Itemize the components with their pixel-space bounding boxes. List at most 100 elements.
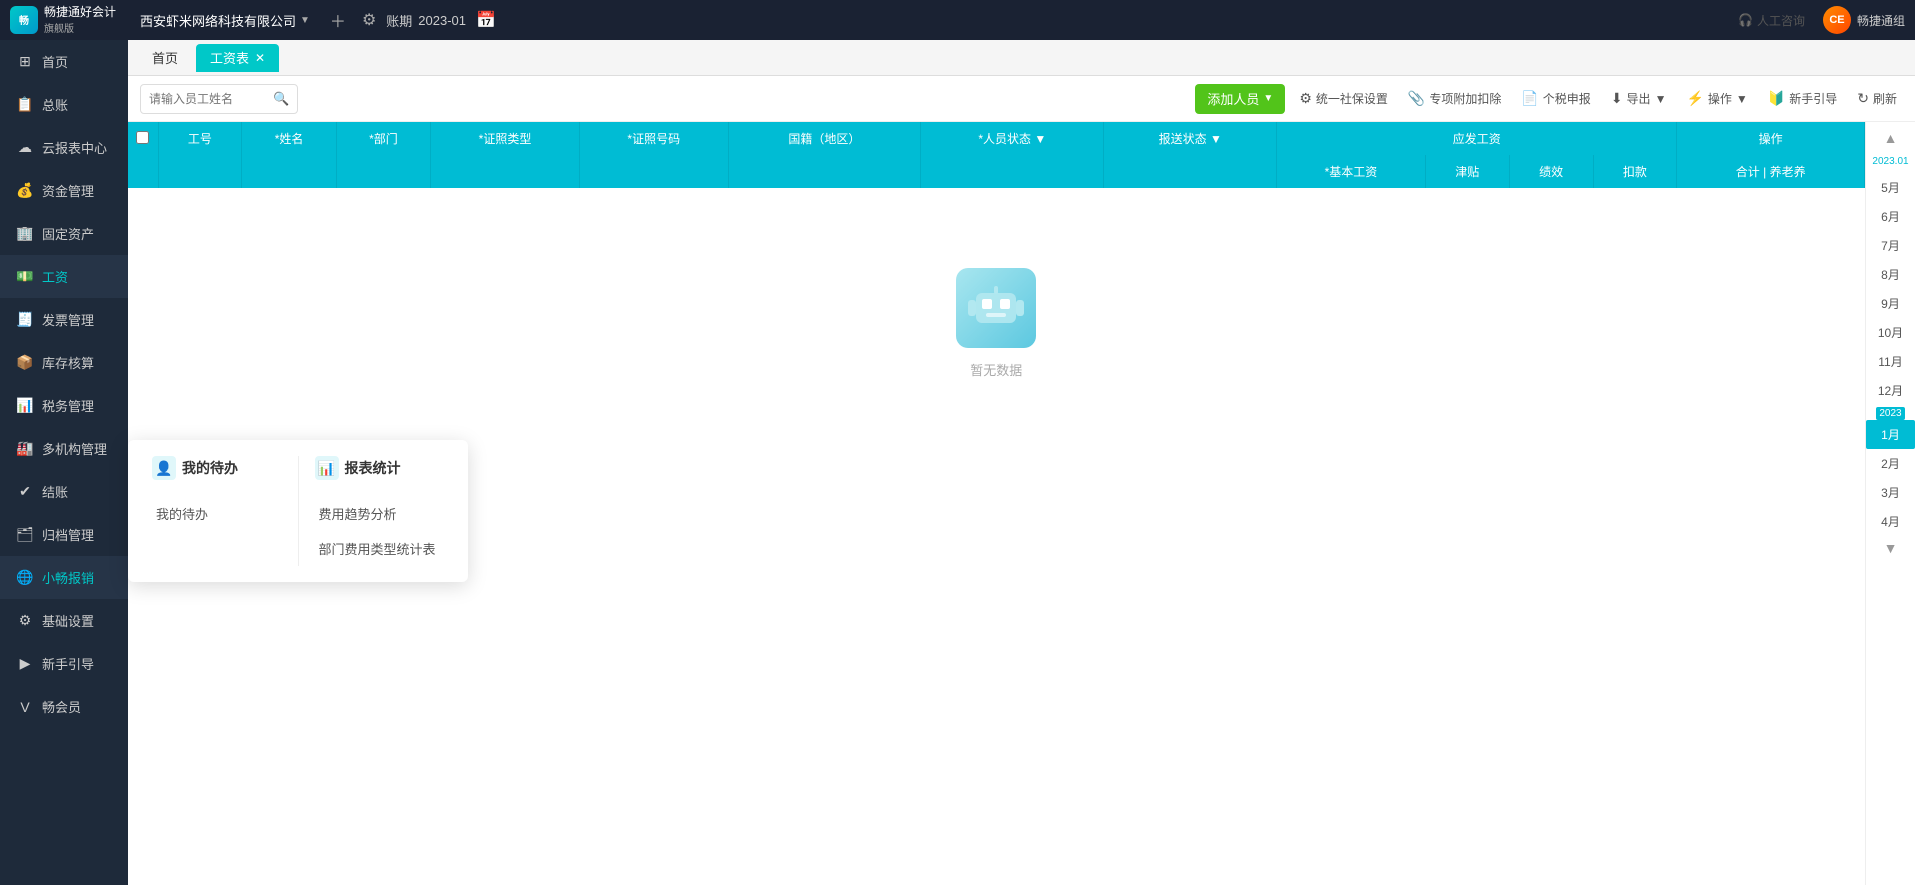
special-deduction-icon: 📎 [1408, 90, 1425, 107]
sidebar-item-salary[interactable]: 💵 工资 [0, 255, 128, 298]
user-avatar: CE [1823, 6, 1851, 34]
prev-month-btn[interactable]: ▲ [1880, 126, 1902, 150]
month-10[interactable]: 10月 [1866, 318, 1915, 347]
export-btn[interactable]: ⬇ 导出 ▼ [1605, 86, 1673, 111]
sidebar-label-ledger: 总账 [42, 95, 68, 114]
app-name: 畅捷通好会计 [44, 5, 116, 19]
th-submit-status: 报送状态 ▼ [1104, 122, 1277, 155]
month-11[interactable]: 11月 [1866, 347, 1915, 376]
th-status: *人员状态 ▼ [921, 122, 1104, 155]
ledger-icon: 📋 [16, 96, 34, 113]
popup-item-dept[interactable]: 部门费用类型统计表 [315, 531, 445, 566]
sidebar-item-guide[interactable]: ▶ 新手引导 [0, 642, 128, 685]
company-area: 西安虾米网络科技有限公司 ▼ ＋ ⚙ 账期 2023-01 📅 [140, 6, 500, 34]
month-7[interactable]: 7月 [1866, 231, 1915, 260]
period-label: 账期 [386, 11, 412, 30]
add-icon[interactable]: ＋ [326, 6, 350, 34]
tab-close-icon[interactable]: ✕ [255, 51, 265, 65]
top-actions: ＋ ⚙ [326, 6, 380, 34]
guide-btn[interactable]: 🔰 新手引导 [1762, 86, 1843, 111]
tab-salary[interactable]: 工资表 ✕ [196, 44, 279, 72]
robot-svg [966, 278, 1026, 338]
calendar-icon[interactable]: 📅 [472, 8, 500, 32]
social-insurance-icon: ⚙ [1299, 90, 1312, 107]
guide-icon: ▶ [16, 655, 34, 672]
company-selector[interactable]: 西安虾米网络科技有限公司 ▼ [140, 11, 310, 30]
sidebar-label-cloud: 云报表中心 [42, 138, 107, 157]
sidebar-item-member[interactable]: V 畅会员 [0, 685, 128, 728]
header-right: 🎧 人工咨询 CE 畅捷通组 [1732, 6, 1905, 34]
th-performance: 绩效 [1509, 155, 1593, 188]
period-area: 账期 2023-01 📅 [386, 8, 500, 32]
year-badge: 2023 [1876, 407, 1904, 420]
add-person-label: 添加人员 [1207, 89, 1259, 108]
sidebar-item-expense[interactable]: 🌐 小畅报销 [0, 556, 128, 599]
export-label: 导出 [1627, 90, 1651, 107]
month-8[interactable]: 8月 [1866, 260, 1915, 289]
sidebar-item-ledger[interactable]: 📋 总账 [0, 83, 128, 126]
popup-item-todo[interactable]: 我的待办 [152, 496, 282, 531]
salary-table: 工号 *姓名 *部门 *证照类型 *证照号码 国籍（地区） *人员状态 ▼ 报送… [128, 122, 1865, 459]
special-deduction-btn[interactable]: 📎 专项附加扣除 [1402, 86, 1507, 111]
sidebar-item-inventory[interactable]: 📦 库存核算 [0, 341, 128, 384]
tab-home[interactable]: 首页 [138, 44, 192, 72]
month-4[interactable]: 4月 [1866, 507, 1915, 536]
customer-service-btn[interactable]: 🎧 人工咨询 [1732, 8, 1811, 33]
sidebar-item-home[interactable]: ⊞ 首页 [0, 40, 128, 83]
search-icon[interactable]: 🔍 [273, 91, 289, 107]
toolbar: 🔍 添加人员 ▼ ⚙ 统一社保设置 📎 专项附加扣除 📄 个税申报 [128, 76, 1915, 122]
popup-item-trend[interactable]: 费用趋势分析 [315, 496, 445, 531]
operation-dropdown-icon: ▼ [1736, 92, 1748, 106]
th-name: *姓名 [242, 122, 336, 155]
month-9[interactable]: 9月 [1866, 289, 1915, 318]
refresh-icon: ↻ [1857, 90, 1869, 107]
sidebar-label-finance: 资金管理 [42, 181, 94, 200]
sidebar-item-invoice[interactable]: 🧾 发票管理 [0, 298, 128, 341]
sidebar-item-settings[interactable]: ⚙ 基础设置 [0, 599, 128, 642]
top-header: 畅 畅捷通好会计 旗舰版 西安虾米网络科技有限公司 ▼ ＋ ⚙ 账期 2023-… [0, 0, 1915, 40]
th-base-salary: *基本工资 [1277, 155, 1426, 188]
customer-service-label: 人工咨询 [1757, 12, 1805, 29]
operation-icon: ⚡ [1686, 90, 1703, 107]
popup-report-title: 报表统计 [345, 458, 401, 478]
tax-report-btn[interactable]: 📄 个税申报 [1515, 86, 1596, 111]
sidebar-item-finance[interactable]: 💰 资金管理 [0, 169, 128, 212]
th-id-type: *证照类型 [431, 122, 580, 155]
sidebar-item-closing[interactable]: ✔ 结账 [0, 470, 128, 513]
sidebar-item-assets[interactable]: 🏢 固定资产 [0, 212, 128, 255]
sidebar-item-cloud[interactable]: ☁ 云报表中心 [0, 126, 128, 169]
search-input[interactable] [149, 92, 269, 106]
sidebar-item-archive[interactable]: 🗂 归档管理 [0, 513, 128, 556]
popup-divider [298, 456, 299, 566]
settings-icon[interactable]: ⚙ [358, 8, 380, 32]
sidebar-label-assets: 固定资产 [42, 224, 94, 243]
toolbar-right: 添加人员 ▼ ⚙ 统一社保设置 📎 专项附加扣除 📄 个税申报 ⬇ 导 [1195, 84, 1903, 114]
sidebar-item-multiorg[interactable]: 🏭 多机构管理 [0, 427, 128, 470]
operation-btn[interactable]: ⚡ 操作 ▼ [1680, 86, 1753, 111]
select-all-checkbox[interactable] [136, 131, 149, 144]
month-3[interactable]: 3月 [1866, 478, 1915, 507]
checkbox-header[interactable] [128, 122, 158, 155]
month-2[interactable]: 2月 [1866, 449, 1915, 478]
month-1[interactable]: 1月 [1866, 420, 1915, 449]
sidebar-item-tax[interactable]: 📊 税务管理 [0, 384, 128, 427]
archive-icon: 🗂 [16, 526, 34, 543]
add-person-button[interactable]: 添加人员 ▼ [1195, 84, 1285, 114]
table-subheader-row: *基本工资 津贴 绩效 扣款 合计 | 养老养 [128, 155, 1865, 188]
next-month-btn[interactable]: ▼ [1880, 536, 1902, 560]
invoice-icon: 🧾 [16, 311, 34, 328]
sidebar-label-guide: 新手引导 [42, 654, 94, 673]
month-6[interactable]: 6月 [1866, 202, 1915, 231]
month-12[interactable]: 12月 [1866, 376, 1915, 405]
sidebar-label-settings: 基础设置 [42, 611, 94, 630]
table-header-row: 工号 *姓名 *部门 *证照类型 *证照号码 国籍（地区） *人员状态 ▼ 报送… [128, 122, 1865, 155]
refresh-btn[interactable]: ↻ 刷新 [1851, 86, 1903, 111]
sidebar-label-archive: 归档管理 [42, 525, 94, 544]
month-5[interactable]: 5月 [1866, 173, 1915, 202]
th-operation: 操作 [1677, 122, 1865, 155]
logo-text: 畅捷通好会计 旗舰版 [44, 5, 116, 34]
sidebar-label-tax: 税务管理 [42, 396, 94, 415]
social-insurance-btn[interactable]: ⚙ 统一社保设置 [1293, 86, 1394, 111]
export-dropdown-icon: ▼ [1655, 92, 1667, 106]
user-area[interactable]: CE 畅捷通组 [1823, 6, 1905, 34]
